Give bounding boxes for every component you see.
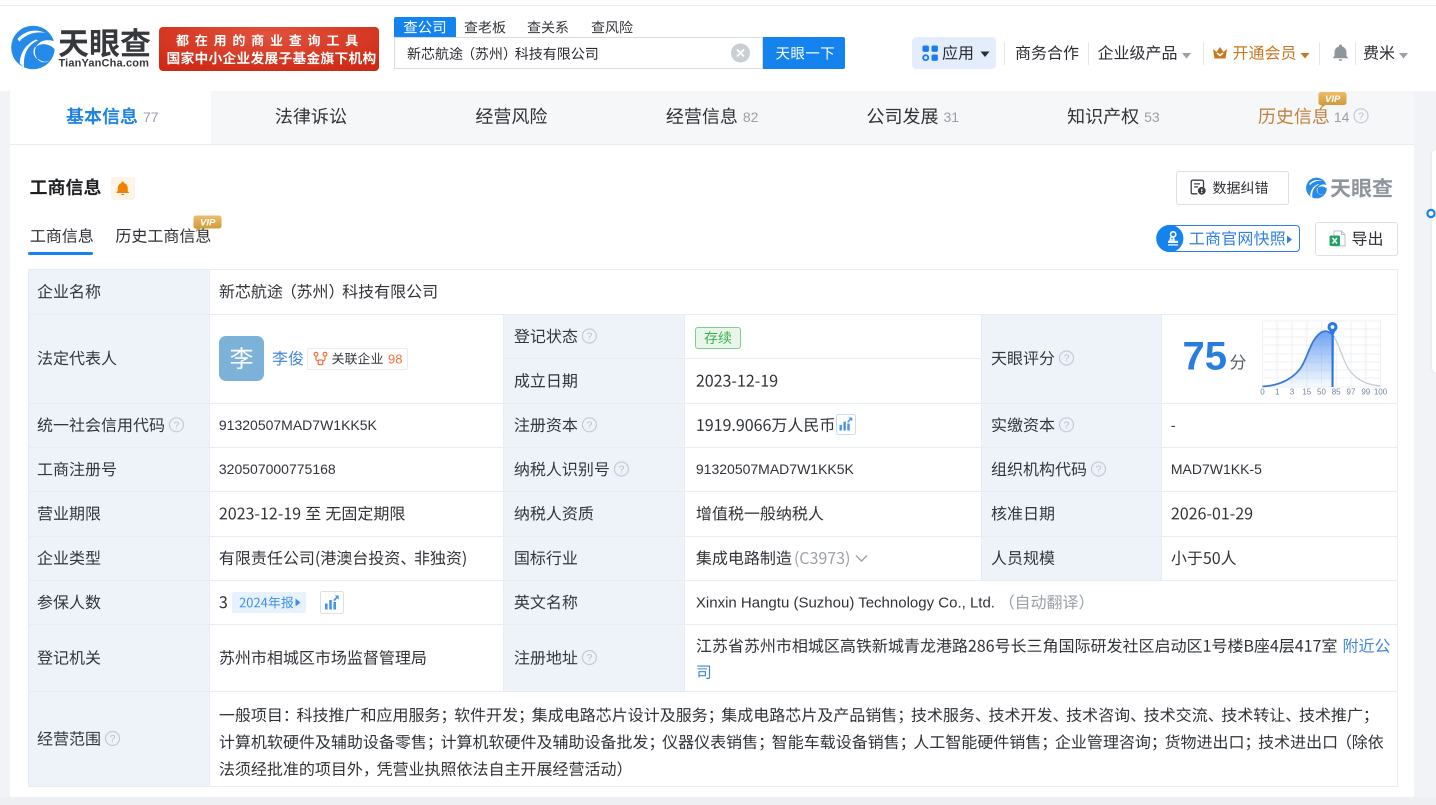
svg-text:-: - bbox=[1171, 417, 1176, 433]
svg-text:TianYanCha.com: TianYanCha.com bbox=[59, 57, 150, 69]
svg-text:75: 75 bbox=[1183, 335, 1228, 379]
svg-text:?: ? bbox=[1064, 420, 1070, 432]
svg-text:320507000775168: 320507000775168 bbox=[219, 461, 336, 477]
svg-text:85: 85 bbox=[1332, 388, 1341, 397]
svg-text:Xinxin Hangtu (Suzhou) Technol: Xinxin Hangtu (Suzhou) Technology Co., L… bbox=[696, 594, 995, 611]
svg-text:31: 31 bbox=[944, 109, 960, 125]
svg-text:99: 99 bbox=[1361, 388, 1370, 397]
svg-text:VIP: VIP bbox=[200, 218, 216, 229]
svg-text:82: 82 bbox=[743, 109, 759, 125]
svg-text:77: 77 bbox=[143, 109, 159, 125]
svg-text:?: ? bbox=[586, 420, 592, 432]
svg-text:MAD7W1KK-5: MAD7W1KK-5 bbox=[1171, 461, 1262, 477]
svg-text:100: 100 bbox=[1374, 388, 1388, 397]
svg-text:?: ? bbox=[1064, 353, 1070, 365]
svg-text:?: ? bbox=[174, 420, 180, 432]
svg-text:VIP: VIP bbox=[1325, 94, 1341, 105]
svg-text:?: ? bbox=[1096, 464, 1102, 476]
svg-text:15: 15 bbox=[1302, 388, 1311, 397]
svg-text:?: ? bbox=[586, 652, 592, 664]
svg-text:?: ? bbox=[1358, 111, 1364, 123]
svg-text:0: 0 bbox=[1260, 388, 1265, 397]
svg-text:97: 97 bbox=[1347, 388, 1356, 397]
svg-text:1: 1 bbox=[1275, 388, 1280, 397]
svg-text:91320507MAD7W1KK5K: 91320507MAD7W1KK5K bbox=[219, 417, 378, 433]
svg-text:14: 14 bbox=[1334, 109, 1350, 125]
svg-text:?: ? bbox=[618, 464, 624, 476]
svg-text:50: 50 bbox=[1317, 388, 1326, 397]
svg-text:91320507MAD7W1KK5K: 91320507MAD7W1KK5K bbox=[696, 461, 855, 477]
svg-text:?: ? bbox=[586, 331, 592, 343]
svg-text:53: 53 bbox=[1144, 109, 1160, 125]
svg-text:?: ? bbox=[110, 733, 116, 745]
svg-text:98: 98 bbox=[388, 351, 402, 366]
svg-text:3: 3 bbox=[1290, 388, 1295, 397]
